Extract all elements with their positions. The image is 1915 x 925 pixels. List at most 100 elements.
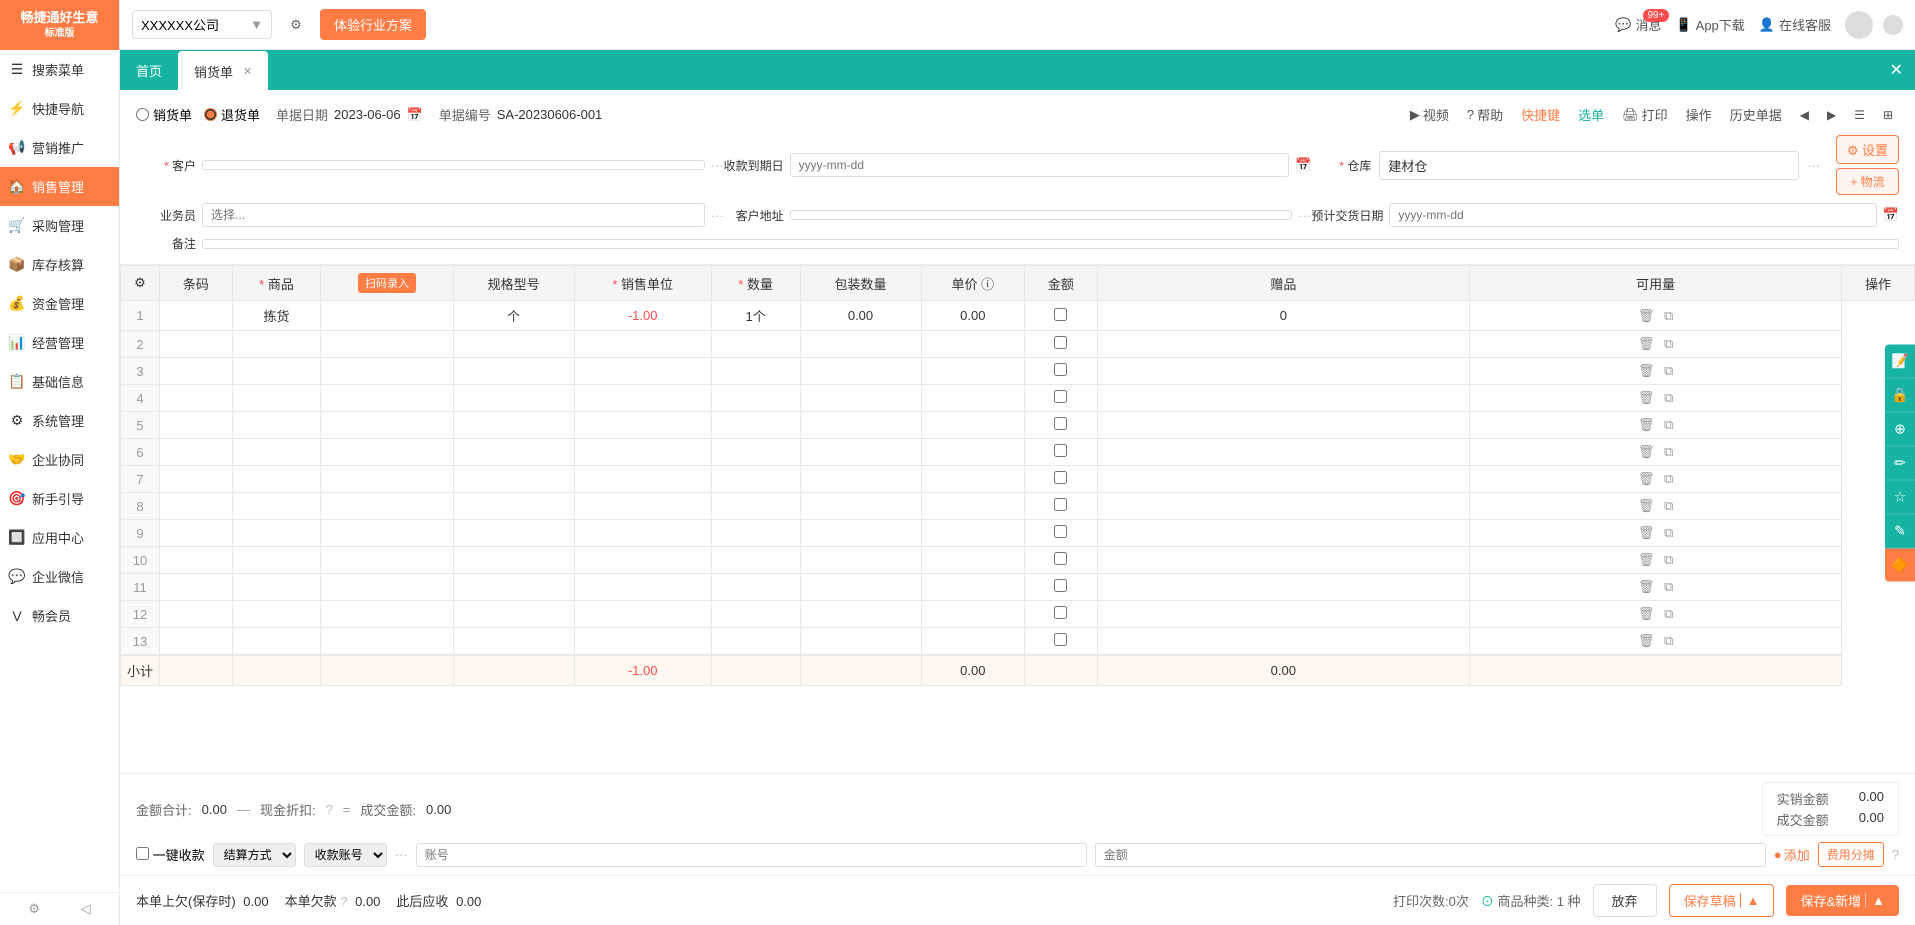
- row-gift[interactable]: [1025, 601, 1098, 628]
- row-unit[interactable]: [453, 520, 574, 547]
- row-qty[interactable]: [574, 601, 711, 628]
- save-draft-arrow[interactable]: ▲: [1740, 893, 1760, 908]
- row-product[interactable]: [232, 520, 321, 547]
- tab-home[interactable]: 首页: [120, 50, 178, 90]
- delete-icon[interactable]: 🗑: [1638, 417, 1655, 432]
- row-pack-qty[interactable]: [711, 385, 800, 412]
- row-unit[interactable]: [453, 628, 574, 656]
- row-amount[interactable]: [921, 628, 1025, 656]
- message-btn[interactable]: 💬 消息 99+: [1615, 15, 1661, 34]
- row-qty[interactable]: -1.00: [574, 301, 711, 331]
- warehouse-dots[interactable]: ···: [1807, 158, 1820, 173]
- row-price[interactable]: 0.00: [800, 301, 921, 331]
- delete-icon[interactable]: 🗑: [1638, 308, 1655, 323]
- notes-input[interactable]: [202, 239, 1899, 249]
- one-click-pay-checkbox[interactable]: [136, 847, 149, 860]
- user-avatar[interactable]: [1845, 11, 1873, 39]
- delete-icon[interactable]: 🗑: [1638, 606, 1655, 621]
- sidebar-item-inventory[interactable]: 📦库存核算: [0, 245, 119, 284]
- next-btn[interactable]: ▶: [1821, 105, 1842, 125]
- gift-checkbox[interactable]: [1054, 444, 1067, 457]
- company-selector[interactable]: XXXXXX公司 ▼: [132, 10, 272, 39]
- radio-sales[interactable]: 销货单: [136, 105, 192, 124]
- product-type-icon[interactable]: ⊙: [1481, 894, 1494, 909]
- delete-icon[interactable]: 🗑: [1638, 579, 1655, 594]
- row-gift[interactable]: [1025, 412, 1098, 439]
- row-price[interactable]: [800, 439, 921, 466]
- row-unit[interactable]: [453, 358, 574, 385]
- row-barcode[interactable]: [160, 601, 233, 628]
- row-price[interactable]: [800, 466, 921, 493]
- print-btn[interactable]: 🖨 打印: [1616, 102, 1674, 127]
- row-spec[interactable]: [321, 439, 453, 466]
- row-qty[interactable]: [574, 385, 711, 412]
- row-amount[interactable]: [921, 520, 1025, 547]
- row-qty[interactable]: [574, 628, 711, 656]
- row-product[interactable]: [232, 601, 321, 628]
- row-barcode[interactable]: [160, 574, 233, 601]
- row-unit[interactable]: [453, 331, 574, 358]
- row-spec[interactable]: [321, 628, 453, 656]
- row-amount[interactable]: [921, 439, 1025, 466]
- row-qty[interactable]: [574, 466, 711, 493]
- delete-icon[interactable]: 🗑: [1638, 471, 1655, 486]
- row-gift[interactable]: [1025, 466, 1098, 493]
- copy-icon[interactable]: ⧉: [1664, 363, 1673, 378]
- float-btn-5[interactable]: ☆: [1885, 480, 1915, 514]
- prev-btn[interactable]: ◀: [1794, 105, 1815, 125]
- row-unit[interactable]: [453, 574, 574, 601]
- row-product[interactable]: [232, 547, 321, 574]
- radio-return-input[interactable]: [204, 108, 217, 121]
- row-spec[interactable]: [321, 466, 453, 493]
- col-scan[interactable]: 扫码录入: [321, 266, 453, 301]
- delete-icon[interactable]: 🗑: [1638, 633, 1655, 648]
- salesperson-dots[interactable]: ···: [711, 208, 724, 223]
- row-gift[interactable]: [1025, 301, 1098, 331]
- row-price[interactable]: [800, 493, 921, 520]
- gift-checkbox[interactable]: [1054, 498, 1067, 511]
- tab-sales-order[interactable]: 销货单 ✕: [178, 51, 268, 91]
- row-gift[interactable]: [1025, 385, 1098, 412]
- settings-side-btn[interactable]: ⚙ 设置: [1836, 135, 1899, 164]
- due-date-calendar-icon[interactable]: 📅: [1295, 157, 1311, 173]
- delete-icon[interactable]: 🗑: [1638, 363, 1655, 378]
- col-gear[interactable]: ⚙: [121, 266, 160, 301]
- row-pack-qty[interactable]: [711, 547, 800, 574]
- salesperson-input[interactable]: [202, 203, 705, 227]
- radio-sales-input[interactable]: [136, 108, 149, 121]
- row-product[interactable]: [232, 439, 321, 466]
- row-qty[interactable]: [574, 520, 711, 547]
- sidebar-item-search-order[interactable]: ☰搜索菜单: [0, 50, 119, 89]
- grid-view-btn[interactable]: ⊞: [1877, 105, 1899, 125]
- row-price[interactable]: [800, 358, 921, 385]
- row-pack-qty[interactable]: [711, 493, 800, 520]
- row-barcode[interactable]: [160, 466, 233, 493]
- save-new-btn[interactable]: 保存&新增 ▲: [1786, 885, 1899, 916]
- row-pack-qty[interactable]: [711, 358, 800, 385]
- row-pack-qty[interactable]: [711, 628, 800, 656]
- customer-addr-input[interactable]: [790, 210, 1293, 220]
- row-product[interactable]: [232, 412, 321, 439]
- copy-icon[interactable]: ⧉: [1664, 525, 1673, 540]
- gift-checkbox[interactable]: [1054, 417, 1067, 430]
- sidebar-settings-icon[interactable]: ⚙: [28, 901, 40, 917]
- row-product[interactable]: [232, 331, 321, 358]
- sidebar-item-basic[interactable]: 📋基础信息: [0, 362, 119, 401]
- gift-checkbox[interactable]: [1054, 552, 1067, 565]
- delete-icon[interactable]: 🗑: [1638, 498, 1655, 513]
- row-amount[interactable]: [921, 466, 1025, 493]
- row-pack-qty[interactable]: [711, 601, 800, 628]
- row-unit[interactable]: 个: [453, 301, 574, 331]
- row-amount[interactable]: [921, 412, 1025, 439]
- sidebar-collapse-icon[interactable]: ◁: [81, 901, 91, 917]
- row-gift[interactable]: [1025, 628, 1098, 656]
- sidebar-item-appstore[interactable]: 🔲应用中心: [0, 518, 119, 557]
- copy-icon[interactable]: ⧉: [1664, 633, 1673, 648]
- row-barcode[interactable]: [160, 301, 233, 331]
- row-spec[interactable]: [321, 385, 453, 412]
- expense-help-icon[interactable]: ?: [1892, 847, 1899, 862]
- row-gift[interactable]: [1025, 331, 1098, 358]
- row-pack-qty[interactable]: 1个: [711, 301, 800, 331]
- this-order-debt-icon[interactable]: ?: [340, 894, 347, 909]
- row-price[interactable]: [800, 601, 921, 628]
